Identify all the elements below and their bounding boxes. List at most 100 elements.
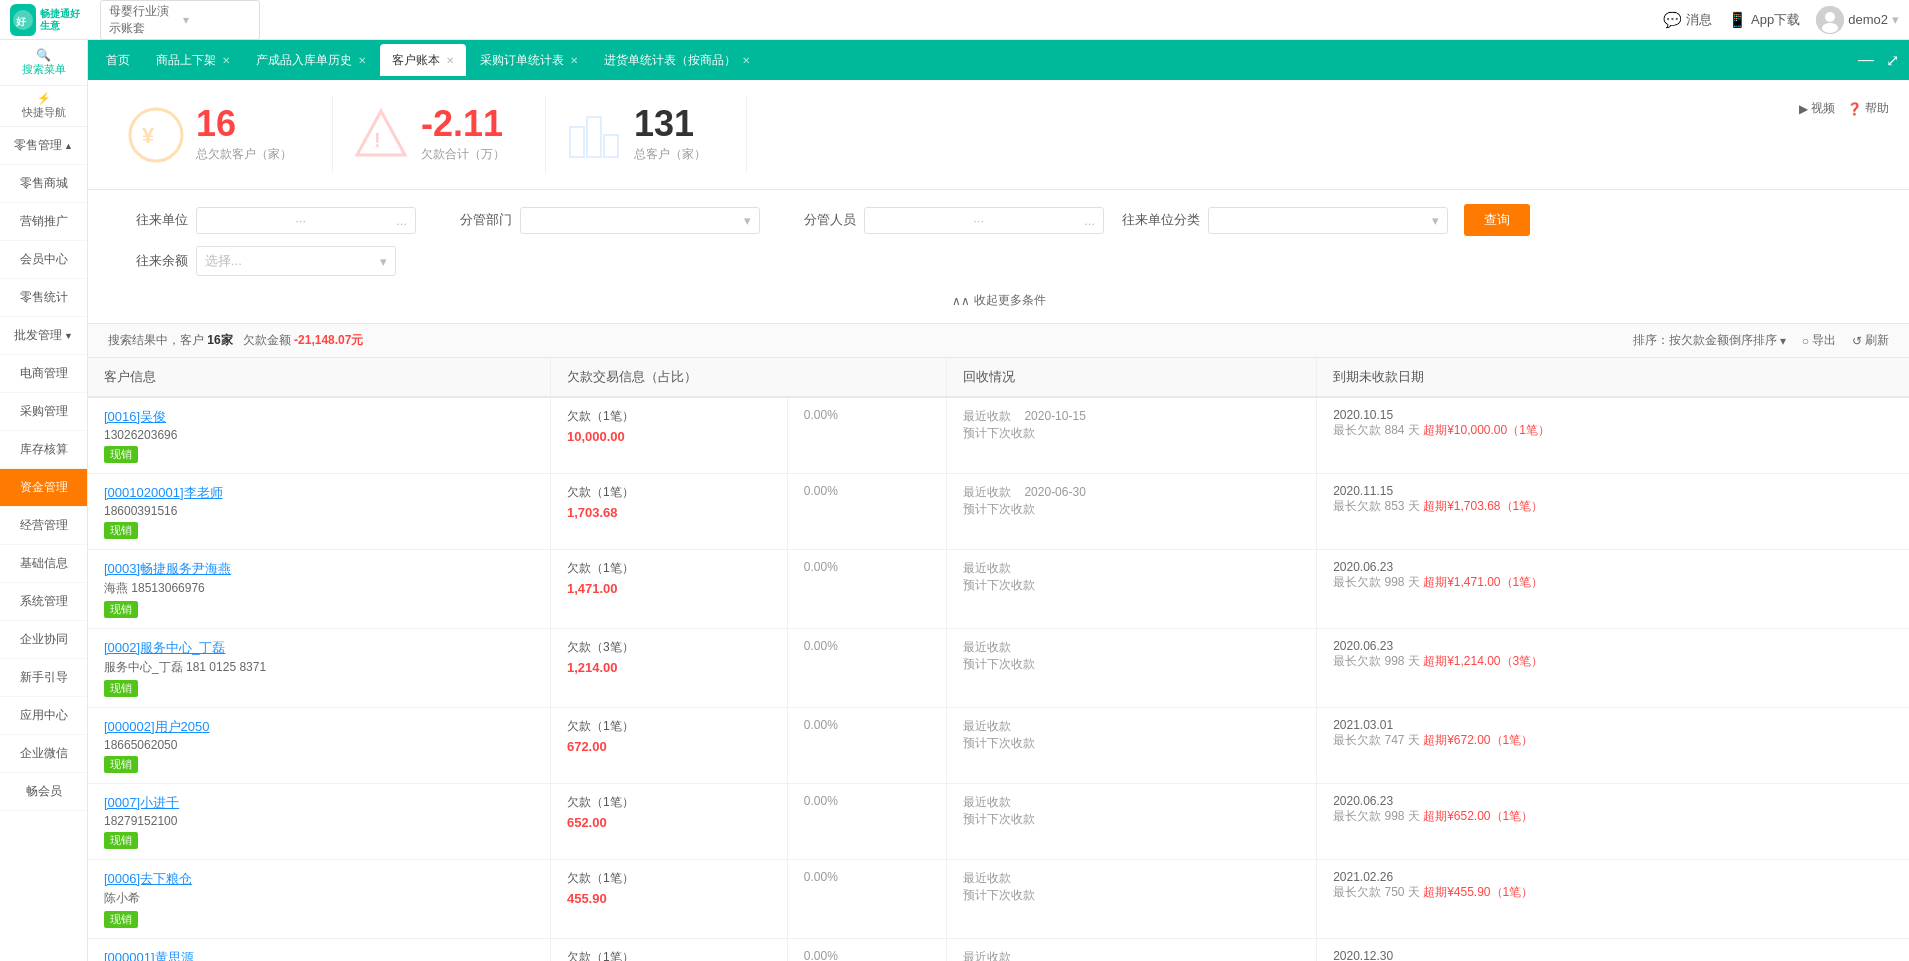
filter-row-2: 往来余额 选择... ▾ [108, 246, 1889, 276]
sidebar-item-purchase[interactable]: 采购管理 [0, 393, 87, 431]
sidebar-item-marketing[interactable]: 营销推广 [0, 203, 87, 241]
debt-amount[interactable]: 10,000.00 [567, 429, 771, 444]
tab-actions: — ⤢ [1854, 49, 1903, 72]
overdue-amount[interactable]: 超期¥455.90（1笔） [1423, 885, 1533, 899]
sidebar-quick-nav[interactable]: ⚡ 快捷导航 [0, 86, 87, 127]
industry-selector[interactable]: 母婴行业演示账套 ▾ [100, 0, 260, 40]
debt-amount[interactable]: 455.90 [567, 891, 771, 906]
customer-name[interactable]: [0002]服务中心_丁磊 [104, 639, 534, 657]
video-link[interactable]: ▶ 视频 [1799, 100, 1835, 117]
tab-close-products-history[interactable]: ✕ [358, 55, 366, 66]
sidebar-item-member[interactable]: 会员中心 [0, 241, 87, 279]
sidebar-item-basic-info[interactable]: 基础信息 [0, 545, 87, 583]
customer-count: 16家 [207, 333, 232, 347]
debt-amount[interactable]: 672.00 [567, 739, 771, 754]
tab-customer-account[interactable]: 客户账本 ✕ [380, 44, 466, 76]
export-icon: ○ [1802, 334, 1809, 348]
dept-input[interactable]: ▾ [520, 207, 760, 234]
overdue-amount[interactable]: 超期¥10,000.00（1笔） [1423, 423, 1550, 437]
sidebar-item-apps[interactable]: 应用中心 [0, 697, 87, 735]
from-unit-label: 往来单位 [108, 211, 188, 229]
message-btn[interactable]: 💬 消息 [1663, 11, 1712, 29]
help-icon: ❓ [1847, 102, 1862, 116]
customer-name[interactable]: [0001020001]李老师 [104, 484, 534, 502]
unit-category-input[interactable]: ▾ [1208, 207, 1448, 234]
balance-input[interactable]: 选择... ▾ [196, 246, 396, 276]
recovery-cell: 最近收款 预计下次收款 [947, 784, 1317, 860]
tab-purchase-order[interactable]: 采购订单统计表 ✕ [468, 44, 590, 76]
customer-name[interactable]: [000001]黄思源 [104, 949, 534, 961]
sidebar-item-newbie[interactable]: 新手引导 [0, 659, 87, 697]
sidebar-item-retail-store[interactable]: 零售商城 [0, 165, 87, 203]
customer-name[interactable]: [0007]小进千 [104, 794, 534, 812]
sidebar-item-retail-mgmt[interactable]: 零售管理 ▲ [0, 127, 87, 165]
tab-close-products-shelf[interactable]: ✕ [222, 55, 230, 66]
search-button[interactable]: 查询 [1464, 204, 1530, 236]
tab-close-stock-stats[interactable]: ✕ [742, 55, 750, 66]
debt-amount[interactable]: 1,214.00 [567, 660, 771, 675]
overdue-amount[interactable]: 超期¥1,471.00（1笔） [1423, 575, 1543, 589]
recovery-next-label: 预计下次收款 [963, 656, 1300, 673]
overdue-amount[interactable]: 超期¥1,703.68（1笔） [1423, 499, 1543, 513]
sidebar-search[interactable]: 🔍 搜索菜单 [0, 40, 87, 86]
from-unit-input[interactable]: ··· [196, 207, 416, 234]
sidebar-item-operations[interactable]: 经营管理 [0, 507, 87, 545]
recovery-cell: 最近收款 预计下次收款 [947, 939, 1317, 962]
debt-amount[interactable]: 1,703.68 [567, 505, 771, 520]
table-row: [000001]黄思源 13552700226 现销 欠款（1笔） 429.00… [88, 939, 1909, 962]
results-actions: 排序：按欠款金额倒序排序 ▾ ○ 导出 ↺ 刷新 [1633, 332, 1889, 349]
table-row: [0006]去下粮仓 陈小希 现销 欠款（1笔） 455.90 0.00% 最近… [88, 860, 1909, 939]
sidebar-item-system[interactable]: 系统管理 [0, 583, 87, 621]
sidebar-item-batch-mgmt[interactable]: 批发管理 ▼ [0, 317, 87, 355]
tab-expand-btn[interactable]: ⤢ [1882, 49, 1903, 72]
download-icon: 📱 [1728, 11, 1747, 29]
tab-products-shelf[interactable]: 商品上下架 ✕ [144, 44, 242, 76]
sidebar-item-wechat[interactable]: 企业微信 [0, 735, 87, 773]
filter-manager: 分管人员 ··· [776, 207, 1104, 234]
sidebar-item-retail-stats[interactable]: 零售统计 [0, 279, 87, 317]
debt-percent-cell: 0.00% [787, 474, 946, 550]
video-icon: ▶ [1799, 102, 1808, 116]
sidebar-item-inventory[interactable]: 库存核算 [0, 431, 87, 469]
collapse-btn[interactable]: ∧∧ 收起更多条件 [952, 292, 1046, 309]
overdue-amount[interactable]: 超期¥1,214.00（3笔） [1423, 654, 1543, 668]
sidebar-item-vip[interactable]: 畅会员 [0, 773, 87, 811]
customer-name[interactable]: [0003]畅捷服务尹海燕 [104, 560, 534, 578]
tab-stock-stats[interactable]: 进货单统计表（按商品） ✕ [592, 44, 762, 76]
top-bar: 好 畅捷通好生意 母婴行业演示账套 ▾ 💬 消息 📱 App下载 demo2 [0, 0, 1909, 40]
overdue-amount[interactable]: 超期¥672.00（1笔） [1423, 733, 1533, 747]
sidebar-item-ecommerce[interactable]: 电商管理 [0, 355, 87, 393]
tab-minimize-btn[interactable]: — [1854, 49, 1878, 71]
svg-rect-9 [570, 127, 584, 157]
customer-tag: 现销 [104, 911, 138, 928]
due-date-cell: 2020.11.15 最长欠款 853 天 超期¥1,703.68（1笔） [1317, 474, 1909, 550]
recovery-last-label: 最近收款 [963, 949, 1300, 961]
recovery-next-label: 预计下次收款 [963, 577, 1300, 594]
help-link[interactable]: ❓ 帮助 [1847, 100, 1889, 117]
tab-home[interactable]: 首页 [94, 44, 142, 76]
overdue-amount[interactable]: 超期¥652.00（1笔） [1423, 809, 1533, 823]
download-btn[interactable]: 📱 App下载 [1728, 11, 1800, 29]
customer-info-cell: [000002]用户2050 18665062050 现销 [88, 708, 550, 784]
debt-amount[interactable]: 1,471.00 [567, 581, 771, 596]
customer-tag: 现销 [104, 832, 138, 849]
debt-amount[interactable]: 652.00 [567, 815, 771, 830]
refresh-btn[interactable]: ↺ 刷新 [1852, 332, 1889, 349]
manager-input[interactable]: ··· [864, 207, 1104, 234]
dept-label: 分管部门 [432, 211, 512, 229]
customer-name[interactable]: [0016]吴俊 [104, 408, 534, 426]
tab-products-history[interactable]: 产成品入库单历史 ✕ [244, 44, 378, 76]
sidebar-item-enterprise[interactable]: 企业协同 [0, 621, 87, 659]
overdue-date: 2020.06.23 [1333, 560, 1893, 574]
tab-close-purchase-order[interactable]: ✕ [570, 55, 578, 66]
customer-tag: 现销 [104, 446, 138, 463]
export-btn[interactable]: ○ 导出 [1802, 332, 1836, 349]
balance-label: 往来余额 [108, 252, 188, 270]
customer-tag: 现销 [104, 680, 138, 697]
sidebar-item-finance[interactable]: 资金管理 [0, 469, 87, 507]
tab-close-customer-account[interactable]: ✕ [446, 55, 454, 66]
customer-name[interactable]: [0006]去下粮仓 [104, 870, 534, 888]
customer-phone: 18279152100 [104, 814, 534, 828]
user-menu[interactable]: demo2 ▾ [1816, 6, 1899, 34]
customer-name[interactable]: [000002]用户2050 [104, 718, 534, 736]
